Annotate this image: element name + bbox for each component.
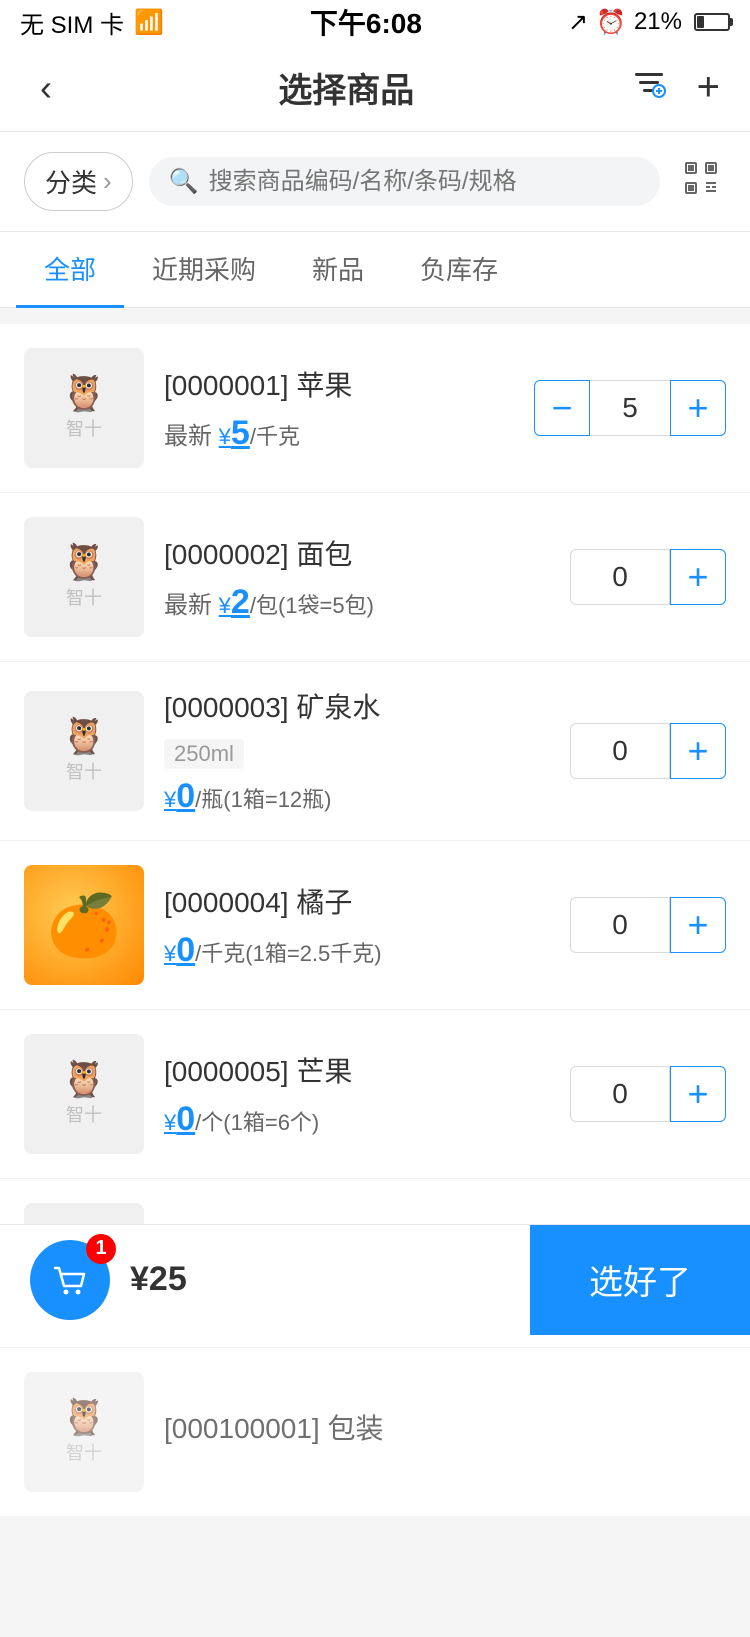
- battery-percent: 21%: [634, 8, 682, 36]
- carrier-label: 无 SIM 卡: [20, 5, 124, 40]
- product-item-0002: 🦉 智十 [0000002] 面包 最新 ¥2/包(1袋=5包) +: [0, 493, 750, 662]
- product-name-partial: [000100001] 包装: [164, 1407, 726, 1447]
- product-price-0003: ¥0/瓶(1箱=12瓶): [164, 777, 550, 816]
- status-bar: 无 SIM 卡 📶 下午6:08 ↗ ⏰ 21%: [0, 0, 750, 44]
- placeholder-owl-icon: 🦉: [62, 1399, 107, 1435]
- qty-plus-0003[interactable]: +: [670, 723, 726, 779]
- product-info-0002: [0000002] 面包 最新 ¥2/包(1袋=5包): [164, 533, 550, 622]
- product-item-0004: [0000004] 橘子 ¥0/千克(1箱=2.5千克) +: [0, 841, 750, 1010]
- qty-input-0001[interactable]: [590, 380, 670, 436]
- search-icon: 🔍: [169, 167, 199, 196]
- qty-plus-0001[interactable]: +: [670, 380, 726, 436]
- product-name-0004: [0000004] 橘子: [164, 881, 550, 921]
- qty-plus-0002[interactable]: +: [670, 549, 726, 605]
- search-input-wrap: 🔍: [149, 157, 660, 206]
- cart-badge: 1: [86, 1234, 116, 1264]
- qty-control-0004: +: [570, 897, 726, 953]
- product-thumb-0004: [24, 865, 144, 985]
- placeholder-brand-text: 智十: [66, 584, 102, 610]
- product-name-0005: [0000005] 芒果: [164, 1050, 550, 1090]
- bottom-bar: 1 ¥25 选好了: [0, 1224, 750, 1334]
- qty-control-0005: +: [570, 1066, 726, 1122]
- placeholder-brand-text: 智十: [66, 415, 102, 441]
- cart-section: 1 ¥25: [0, 1240, 530, 1320]
- status-right: ↗ ⏰ 21%: [568, 8, 730, 37]
- add-icon[interactable]: +: [697, 65, 720, 110]
- placeholder-owl-icon: 🦉: [62, 375, 107, 411]
- product-thumb-partial: 🦉 智十: [24, 1372, 144, 1492]
- product-item-partial: 🦉 智十 [000100001] 包装: [0, 1348, 750, 1517]
- qty-plus-0004[interactable]: +: [670, 897, 726, 953]
- placeholder-owl-icon: 🦉: [62, 1061, 107, 1097]
- product-info-0004: [0000004] 橘子 ¥0/千克(1箱=2.5千克): [164, 881, 550, 970]
- scan-icon[interactable]: [676, 153, 726, 211]
- tab-all[interactable]: 全部: [16, 232, 124, 308]
- filter-icon[interactable]: [631, 65, 667, 110]
- placeholder-owl-icon: 🦉: [62, 544, 107, 580]
- product-name-0001: [0000001] 苹果: [164, 364, 514, 404]
- search-input[interactable]: [209, 168, 640, 196]
- status-time: 下午6:08: [310, 2, 422, 42]
- wifi-icon: 📶: [134, 8, 164, 37]
- nav-bar: ‹ 选择商品 +: [0, 44, 750, 132]
- qty-input-0002[interactable]: [570, 549, 670, 605]
- divider: [0, 308, 750, 324]
- placeholder-owl-icon: 🦉: [62, 718, 107, 754]
- product-price-0005: ¥0/个(1箱=6个): [164, 1100, 550, 1139]
- tab-recent[interactable]: 近期采购: [124, 232, 284, 308]
- qty-input-0005[interactable]: [570, 1066, 670, 1122]
- placeholder-brand-text: 智十: [66, 758, 102, 784]
- qty-minus-0001[interactable]: −: [534, 380, 590, 436]
- cart-total: ¥25: [130, 1260, 187, 1299]
- product-thumb-0005: 🦉 智十: [24, 1034, 144, 1154]
- product-name-0002: [0000002] 面包: [164, 533, 550, 573]
- search-bar: 分类 › 🔍: [0, 132, 750, 232]
- tab-bar: 全部 近期采购 新品 负库存: [0, 232, 750, 308]
- product-item-0001: 🦉 智十 [0000001] 苹果 最新 ¥5/千克 − +: [0, 324, 750, 493]
- product-spec-0003: 250ml: [164, 739, 244, 769]
- product-price-0002: 最新 ¥2/包(1袋=5包): [164, 583, 550, 622]
- product-thumb-0001: 🦉 智十: [24, 348, 144, 468]
- product-price-0001: 最新 ¥5/千克: [164, 414, 514, 453]
- placeholder-brand-text: 智十: [66, 1101, 102, 1127]
- product-list: 🦉 智十 [0000001] 苹果 最新 ¥5/千克 − + 🦉 智十 [000…: [0, 324, 750, 1517]
- product-name-0003: [0000003] 矿泉水: [164, 686, 550, 726]
- product-thumb-0003: 🦉 智十: [24, 691, 144, 811]
- placeholder-brand-text: 智十: [66, 1439, 102, 1465]
- product-info-0001: [0000001] 苹果 最新 ¥5/千克: [164, 364, 514, 453]
- product-info-0003: [0000003] 矿泉水 250ml ¥0/瓶(1箱=12瓶): [164, 686, 550, 816]
- product-thumb-0002: 🦉 智十: [24, 517, 144, 637]
- product-info-partial: [000100001] 包装: [164, 1407, 726, 1457]
- tab-negative-stock[interactable]: 负库存: [392, 232, 526, 308]
- product-price-0004: ¥0/千克(1箱=2.5千克): [164, 931, 550, 970]
- qty-control-0002: +: [570, 549, 726, 605]
- product-item-0003: 🦉 智十 [0000003] 矿泉水 250ml ¥0/瓶(1箱=12瓶) +: [0, 662, 750, 841]
- battery-icon: [694, 13, 730, 31]
- cart-icon-wrap[interactable]: 1: [30, 1240, 110, 1320]
- product-info-0005: [0000005] 芒果 ¥0/个(1箱=6个): [164, 1050, 550, 1139]
- qty-input-0003[interactable]: [570, 723, 670, 779]
- category-button[interactable]: 分类 ›: [24, 152, 133, 211]
- category-label: 分类: [45, 163, 97, 200]
- chevron-right-icon: ›: [103, 166, 112, 197]
- nav-right-actions: +: [631, 65, 720, 110]
- page-title: 选择商品: [278, 63, 414, 112]
- location-icon: ↗: [568, 8, 588, 37]
- qty-input-0004[interactable]: [570, 897, 670, 953]
- product-item-0005: 🦉 智十 [0000005] 芒果 ¥0/个(1箱=6个) +: [0, 1010, 750, 1179]
- tab-new[interactable]: 新品: [284, 232, 392, 308]
- back-button[interactable]: ‹: [30, 57, 62, 119]
- status-left: 无 SIM 卡 📶: [20, 5, 164, 40]
- qty-plus-0005[interactable]: +: [670, 1066, 726, 1122]
- confirm-button[interactable]: 选好了: [530, 1225, 750, 1335]
- qty-control-0001: − +: [534, 380, 726, 436]
- alarm-icon: ⏰: [596, 8, 626, 37]
- qty-control-0003: +: [570, 723, 726, 779]
